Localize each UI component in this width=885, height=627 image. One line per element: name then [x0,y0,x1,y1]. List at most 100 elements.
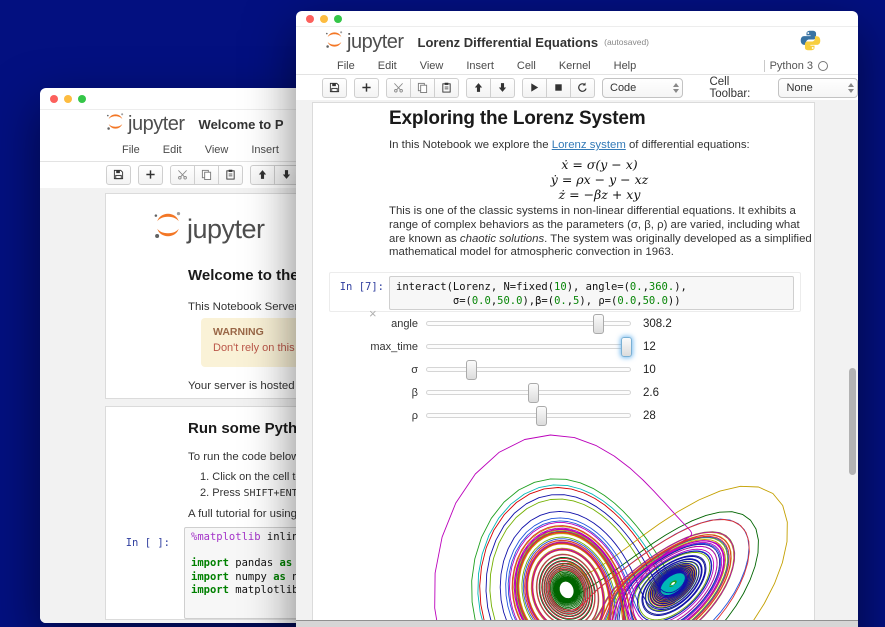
jupyter-logo-text: jupyter [187,214,265,245]
paste-cell-icon [225,168,236,183]
jupyter-logo-text: jupyter [347,31,404,54]
menu-item-kernel[interactable]: Kernel [559,60,591,72]
menu-item-edit[interactable]: Edit [163,144,182,156]
jupyter-logo[interactable]: jupyter [325,30,404,54]
interrupt-kernel-button[interactable] [546,78,571,98]
menu-item-file[interactable]: File [122,144,140,156]
cell-toolbar-value: None [786,82,812,94]
minimize-window-icon[interactable] [64,95,72,103]
copy-cell-button[interactable] [194,165,219,185]
slider-label: max_time [321,341,426,353]
save-button[interactable] [106,165,131,185]
lorenz-attractor-plot [385,429,837,627]
close-window-icon[interactable] [306,15,314,23]
zoom-window-icon[interactable] [78,95,86,103]
cell-type-value: Code [610,82,636,94]
code-editor[interactable]: interact(Lorenz, N=fixed(10), angle=(0.,… [389,276,794,310]
toolbar: Code Cell Toolbar: None [296,75,858,101]
slider-label: angle [321,318,426,330]
minimize-window-icon[interactable] [320,15,328,23]
slider-handle[interactable] [466,360,477,380]
menu-bar: File Edit View Insert Cell Kernel Help Python … [296,57,858,75]
menu-item-insert[interactable]: Insert [466,60,494,72]
kernel-name: Python 3 [770,60,813,72]
cell-prompt: In [7]: [336,281,384,293]
save-button[interactable] [322,78,347,98]
move-up-icon [257,168,268,183]
menu-item-insert[interactable]: Insert [251,144,279,156]
slider-handle[interactable] [593,314,604,334]
cell-prompt: In [ ]: [110,537,170,549]
toolbar-button-group [138,165,163,185]
autosave-status: (autosaved) [604,37,649,47]
menu-item-edit[interactable]: Edit [378,60,397,72]
notebook-title[interactable]: Lorenz Differential Equations [418,35,599,50]
notebook-body: Exploring the Lorenz System In this Note… [296,100,858,627]
move-up-button[interactable] [466,78,491,98]
menu-item-help[interactable]: Help [614,60,637,72]
menu-item-cell[interactable]: Cell [517,60,536,72]
cut-cell-icon [177,168,188,183]
run-cell-icon [529,81,540,96]
code-cell[interactable]: In [7]: interact(Lorenz, N=fixed(10), an… [329,272,801,312]
jupyter-big-logo: jupyter [153,210,265,245]
slider-label: β [321,387,426,399]
widget-slider-row: max_time 12 [321,335,672,358]
cell-type-select[interactable]: Code [602,78,683,98]
notebook-title[interactable]: Welcome to P [199,117,284,132]
front-notebook-window: jupyter Lorenz Differential Equations (a… [296,11,858,627]
slider-track-σ[interactable] [426,367,631,372]
paste-cell-button[interactable] [218,165,243,185]
copy-cell-icon [417,81,428,96]
slider-track-angle[interactable] [426,321,631,326]
zoom-window-icon[interactable] [334,15,342,23]
run-cell-button[interactable] [522,78,547,98]
toolbar-button-group [386,78,459,98]
slider-track-max_time[interactable] [426,344,631,349]
lorenz-system-link[interactable]: Lorenz system [552,139,626,151]
scrollbar-thumb[interactable] [849,368,856,475]
menu-item-view[interactable]: View [205,144,229,156]
list-item: 2. Press SHIFT+ENTER [200,487,310,499]
move-up-button[interactable] [250,165,275,185]
paste-cell-button[interactable] [434,78,459,98]
slider-track-ρ[interactable] [426,413,631,418]
slider-handle[interactable] [621,337,632,357]
equation-line: ẋ = σ(y − x) [389,157,810,172]
slider-handle[interactable] [536,406,547,426]
divider [764,60,765,72]
slider-handle[interactable] [528,383,539,403]
restart-kernel-button[interactable] [570,78,595,98]
description-emphasis: chaotic solutions [460,233,544,245]
cell-toolbar-select[interactable]: None [778,78,858,98]
cell-toolbar-label: Cell Toolbar: [709,76,770,100]
copy-cell-icon [201,168,212,183]
select-stepper-icon [673,83,679,93]
toolbar-button-group [522,78,595,98]
interrupt-kernel-icon [553,81,564,96]
toolbar-button-group [322,78,347,98]
menu-item-file[interactable]: File [337,60,355,72]
jupyter-icon [325,30,344,54]
jupyter-logo[interactable]: jupyter [106,112,185,136]
cut-cell-button[interactable] [170,165,195,185]
close-window-icon[interactable] [50,95,58,103]
equation-block: ẋ = σ(y − x) ẏ = ρx − y − xz ż = −βz + x… [389,157,810,202]
menu-item-view[interactable]: View [420,60,444,72]
jupyter-icon [153,210,183,245]
cut-cell-button[interactable] [386,78,411,98]
move-down-button[interactable] [490,78,515,98]
copy-cell-button[interactable] [410,78,435,98]
toolbar-buttons [322,78,602,98]
slider-track-β[interactable] [426,390,631,395]
toolbar-button-group [466,78,515,98]
jupyter-icon [106,112,125,136]
slider-readout: 12 [643,341,656,353]
add-cell-button[interactable] [138,165,163,185]
intro-text: In this Notebook we explore the [389,139,552,151]
save-icon [113,168,124,183]
intro-paragraph: In this Notebook we explore the Lorenz s… [389,139,809,153]
list-number: 2. [200,487,209,499]
add-cell-button[interactable] [354,78,379,98]
cut-cell-icon [393,81,404,96]
